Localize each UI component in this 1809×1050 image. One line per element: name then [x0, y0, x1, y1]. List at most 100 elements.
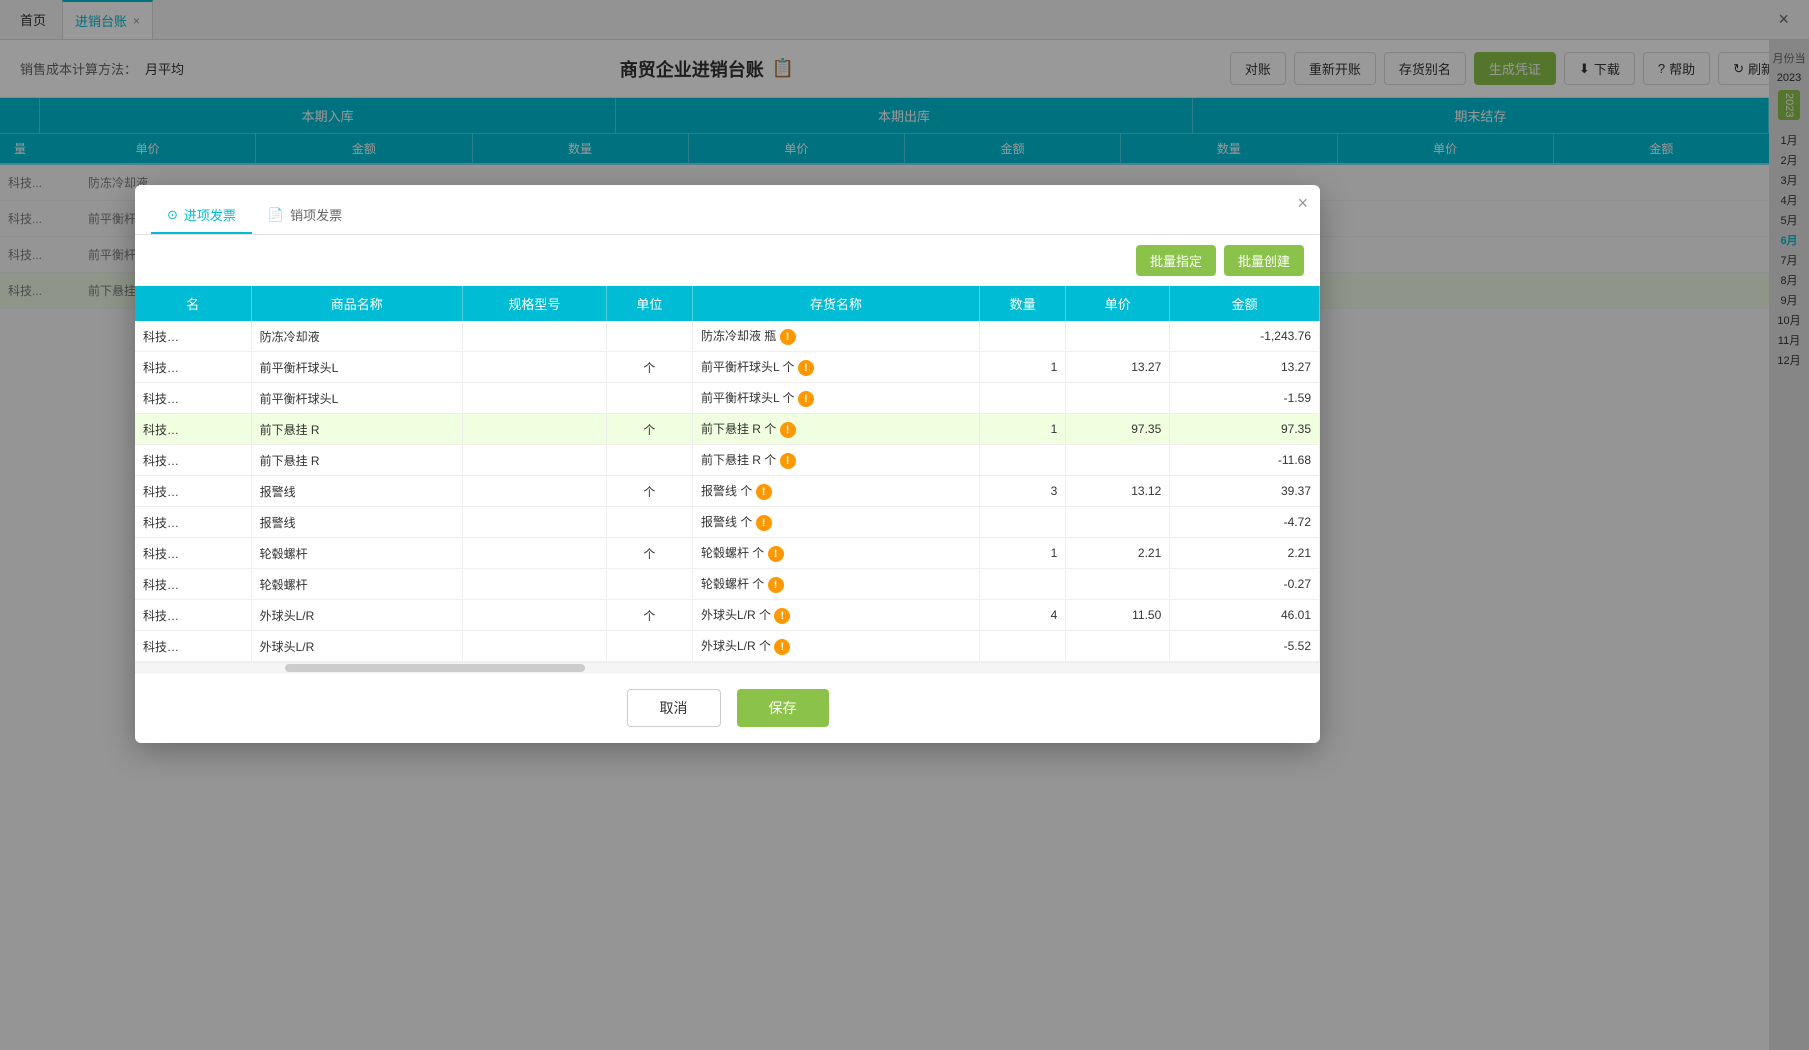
cell-spec: [463, 414, 607, 445]
tab-inbound-invoice[interactable]: ⊙ 进项发票: [151, 197, 252, 234]
warning-icon: !: [774, 639, 790, 655]
cell-amount: -1,243.76: [1170, 321, 1320, 352]
scrollbar-thumb[interactable]: [285, 664, 585, 672]
inbound-invoice-label: 进项发票: [184, 205, 236, 224]
cell-quantity: [980, 631, 1066, 662]
sales-invoice-label: 销项发票: [290, 205, 342, 224]
cell-unit: [606, 507, 692, 538]
invoice-table: 名 商品名称 规格型号 单位 存货名称 数量 单价 金额 科技… 防冻冷却液 防…: [135, 286, 1320, 662]
cell-spec: [463, 631, 607, 662]
cell-unitprice: 97.35: [1066, 414, 1170, 445]
cancel-button[interactable]: 取消: [627, 689, 721, 727]
dialog-close-button[interactable]: ×: [1297, 193, 1308, 214]
cell-unit: [606, 321, 692, 352]
save-button[interactable]: 保存: [737, 689, 829, 727]
cell-quantity: 1: [980, 414, 1066, 445]
col-header-product: 商品名称: [251, 286, 462, 321]
cell-quantity: 1: [980, 352, 1066, 383]
cell-inventory: 前下悬挂 R 个 !: [692, 445, 979, 476]
cell-quantity: [980, 321, 1066, 352]
cell-product: 外球头L/R: [251, 631, 462, 662]
table-row[interactable]: 科技… 前平衡杆球头L 个 前平衡杆球头L 个 ! 1 13.27 13.27: [135, 352, 1320, 383]
cell-quantity: [980, 507, 1066, 538]
cell-unit: 个: [606, 352, 692, 383]
cell-unit: 个: [606, 538, 692, 569]
cell-unitprice: [1066, 445, 1170, 476]
cell-quantity: 1: [980, 538, 1066, 569]
cell-company: 科技…: [135, 600, 251, 631]
warning-icon: !: [756, 484, 772, 500]
cell-inventory: 报警线 个 !: [692, 507, 979, 538]
cell-company: 科技…: [135, 507, 251, 538]
cell-unit: 个: [606, 600, 692, 631]
col-header-amount: 金额: [1170, 286, 1320, 321]
warning-icon: !: [756, 515, 772, 531]
warning-icon: !: [780, 422, 796, 438]
cell-company: 科技…: [135, 569, 251, 600]
cell-inventory: 前平衡杆球头L 个 !: [692, 383, 979, 414]
cell-product: 前平衡杆球头L: [251, 352, 462, 383]
batch-assign-button[interactable]: 批量指定: [1136, 245, 1216, 276]
cell-product: 轮毂螺杆: [251, 569, 462, 600]
col-header-unit: 单位: [606, 286, 692, 321]
table-row[interactable]: 科技… 轮毂螺杆 个 轮毂螺杆 个 ! 1 2.21 2.21: [135, 538, 1320, 569]
batch-create-button[interactable]: 批量创建: [1224, 245, 1304, 276]
table-row[interactable]: 科技… 防冻冷却液 防冻冷却液 瓶 ! -1,243.76: [135, 321, 1320, 352]
cell-amount: 2.21: [1170, 538, 1320, 569]
table-row[interactable]: 科技… 前平衡杆球头L 前平衡杆球头L 个 ! -1.59: [135, 383, 1320, 414]
cell-inventory: 外球头L/R 个 !: [692, 600, 979, 631]
cell-inventory: 外球头L/R 个 !: [692, 631, 979, 662]
cell-unitprice: [1066, 507, 1170, 538]
warning-icon: !: [774, 608, 790, 624]
cell-unit: [606, 569, 692, 600]
cell-unit: [606, 631, 692, 662]
cell-spec: [463, 445, 607, 476]
cell-quantity: [980, 569, 1066, 600]
col-header-spec: 规格型号: [463, 286, 607, 321]
table-row[interactable]: 科技… 前下悬挂 R 个 前下悬挂 R 个 ! 1 97.35 97.35: [135, 414, 1320, 445]
cell-unitprice: 13.12: [1066, 476, 1170, 507]
cell-spec: [463, 352, 607, 383]
tab-sales-invoice[interactable]: 📄 销项发票: [252, 197, 358, 234]
cell-company: 科技…: [135, 538, 251, 569]
cell-inventory: 前下悬挂 R 个 !: [692, 414, 979, 445]
dialog-table-body: 名 商品名称 规格型号 单位 存货名称 数量 单价 金额 科技… 防冻冷却液 防…: [135, 286, 1320, 662]
warning-icon: !: [780, 329, 796, 345]
cell-product: 外球头L/R: [251, 600, 462, 631]
cell-unit: 个: [606, 476, 692, 507]
warning-icon: !: [780, 453, 796, 469]
col-header-company: 名: [135, 286, 251, 321]
cell-company: 科技…: [135, 631, 251, 662]
cell-quantity: [980, 383, 1066, 414]
cell-spec: [463, 569, 607, 600]
cell-amount: 13.27: [1170, 352, 1320, 383]
cell-inventory: 前平衡杆球头L 个 !: [692, 352, 979, 383]
cell-company: 科技…: [135, 321, 251, 352]
table-row[interactable]: 科技… 报警线 个 报警线 个 ! 3 13.12 39.37: [135, 476, 1320, 507]
cell-spec: [463, 321, 607, 352]
cell-spec: [463, 507, 607, 538]
cell-inventory: 轮毂螺杆 个 !: [692, 569, 979, 600]
warning-icon: !: [798, 391, 814, 407]
cell-unit: 个: [606, 414, 692, 445]
cell-spec: [463, 476, 607, 507]
table-row[interactable]: 科技… 前下悬挂 R 前下悬挂 R 个 ! -11.68: [135, 445, 1320, 476]
cell-unit: [606, 445, 692, 476]
cell-amount: 39.37: [1170, 476, 1320, 507]
cell-unitprice: [1066, 321, 1170, 352]
table-row[interactable]: 科技… 外球头L/R 外球头L/R 个 ! -5.52: [135, 631, 1320, 662]
col-header-quantity: 数量: [980, 286, 1066, 321]
cell-company: 科技…: [135, 414, 251, 445]
cell-amount: -0.27: [1170, 569, 1320, 600]
cell-spec: [463, 383, 607, 414]
table-row[interactable]: 科技… 报警线 报警线 个 ! -4.72: [135, 507, 1320, 538]
cell-product: 前下悬挂 R: [251, 445, 462, 476]
dialog-toolbar: 批量指定 批量创建: [135, 235, 1320, 286]
table-row[interactable]: 科技… 轮毂螺杆 轮毂螺杆 个 ! -0.27: [135, 569, 1320, 600]
cell-amount: 97.35: [1170, 414, 1320, 445]
horizontal-scrollbar[interactable]: [135, 662, 1320, 672]
cell-unitprice: [1066, 383, 1170, 414]
cell-amount: -4.72: [1170, 507, 1320, 538]
cell-spec: [463, 600, 607, 631]
table-row[interactable]: 科技… 外球头L/R 个 外球头L/R 个 ! 4 11.50 46.01: [135, 600, 1320, 631]
